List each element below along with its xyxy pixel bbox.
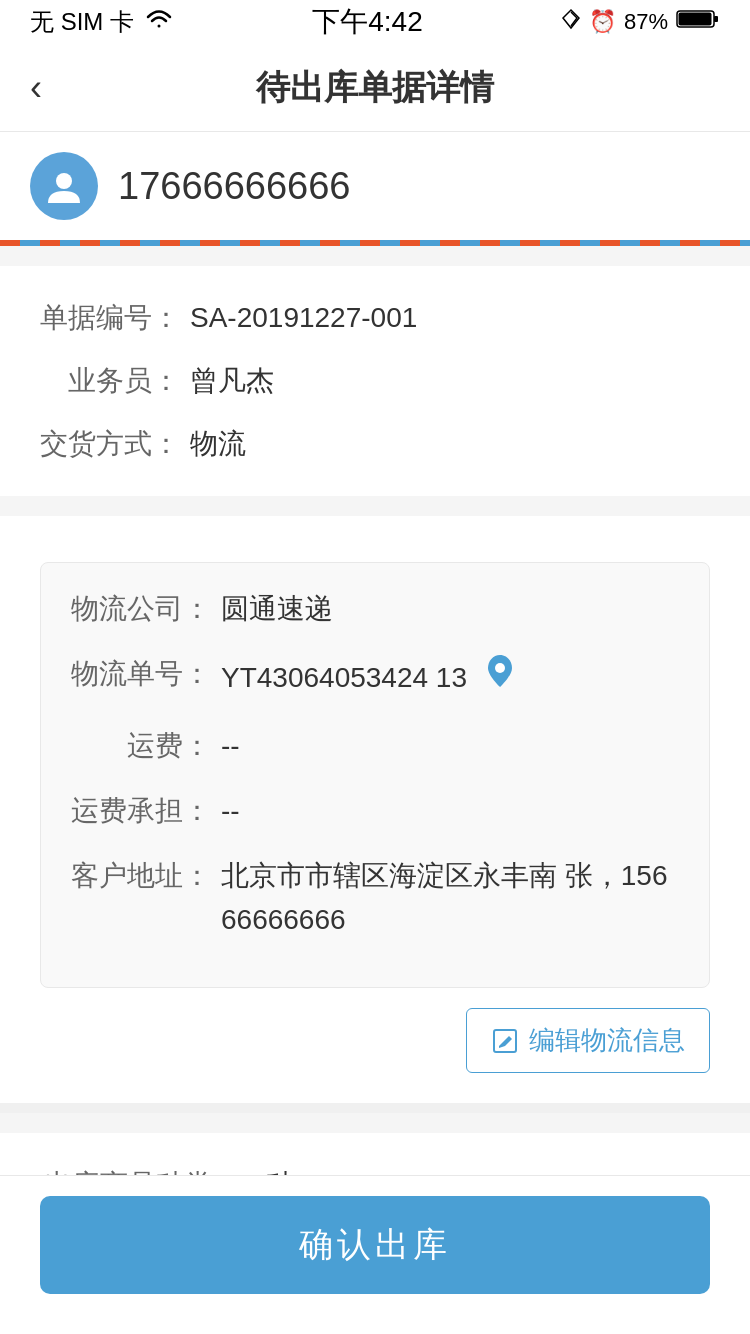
page-title: 待出库单据详情 [256, 65, 494, 111]
status-right: ⏰ 87% [561, 8, 720, 36]
address-label: 客户地址： [71, 854, 211, 899]
company-label: 物流公司： [71, 587, 211, 632]
dashed-divider [0, 240, 750, 246]
doc-number-label: 单据编号： [40, 296, 180, 341]
address-row: 客户地址： 北京市市辖区海淀区永丰南 张，156 66666666 [71, 854, 679, 944]
agent-value: 曾凡杰 [190, 359, 710, 404]
battery-text: 87% [624, 9, 668, 35]
back-button[interactable]: ‹ [30, 57, 62, 119]
phone-number: 17666666666 [118, 165, 350, 208]
tracking-value: YT43064053424 13 [221, 656, 467, 701]
avatar [30, 152, 98, 220]
edit-btn-label: 编辑物流信息 [529, 1023, 685, 1058]
section-separator [0, 1103, 750, 1113]
tracking-row: 物流单号： YT43064053424 13 [71, 652, 679, 704]
status-bar: 无 SIM 卡 下午4:42 ⏰ 87% [0, 0, 750, 44]
delivery-label: 交货方式： [40, 422, 180, 467]
svg-point-3 [56, 173, 72, 189]
delivery-value: 物流 [190, 422, 710, 467]
freight-bearer-value: -- [221, 789, 679, 834]
doc-number-value: SA-20191227-001 [190, 296, 710, 341]
address-value: 北京市市辖区海淀区永丰南 张，156 66666666 [221, 854, 679, 944]
logistics-section: 物流公司： 圆通速递 物流单号： YT43064053424 13 运费： --… [0, 516, 750, 1103]
agent-row: 业务员： 曾凡杰 [40, 359, 710, 404]
freight-bearer-row: 运费承担： -- [71, 789, 679, 834]
freight-value: -- [221, 724, 679, 769]
time-display: 下午4:42 [312, 3, 423, 41]
nav-bar: ‹ 待出库单据详情 [0, 44, 750, 132]
edit-btn-row: 编辑物流信息 [40, 1008, 710, 1073]
location-map-icon[interactable] [481, 652, 519, 704]
svg-rect-2 [679, 13, 712, 26]
doc-info-section: 单据编号： SA-20191227-001 业务员： 曾凡杰 交货方式： 物流 [0, 266, 750, 496]
battery-icon [676, 8, 720, 36]
freight-row: 运费： -- [71, 724, 679, 769]
alarm-status-icon: ⏰ [589, 9, 616, 35]
company-row: 物流公司： 圆通速递 [71, 587, 679, 632]
freight-label: 运费： [71, 724, 211, 769]
carrier-text: 无 SIM 卡 [30, 6, 134, 38]
confirm-button[interactable]: 确认出库 [40, 1196, 710, 1294]
company-value: 圆通速递 [221, 587, 679, 632]
phone-header: 17666666666 [0, 132, 750, 240]
freight-bearer-label: 运费承担： [71, 789, 211, 834]
location-status-icon [561, 8, 581, 36]
doc-number-row: 单据编号： SA-20191227-001 [40, 296, 710, 341]
svg-rect-1 [714, 16, 718, 22]
tracking-label: 物流单号： [71, 652, 211, 697]
status-left: 无 SIM 卡 [30, 6, 174, 38]
agent-label: 业务员： [40, 359, 180, 404]
tracking-value-wrapper: YT43064053424 13 [221, 652, 679, 704]
wifi-icon [144, 8, 174, 36]
edit-logistics-button[interactable]: 编辑物流信息 [466, 1008, 710, 1073]
delivery-row: 交货方式： 物流 [40, 422, 710, 467]
svg-point-4 [495, 663, 505, 673]
logistics-card: 物流公司： 圆通速递 物流单号： YT43064053424 13 运费： --… [40, 562, 710, 988]
confirm-area: 确认出库 [0, 1175, 750, 1334]
edit-icon [491, 1027, 519, 1055]
